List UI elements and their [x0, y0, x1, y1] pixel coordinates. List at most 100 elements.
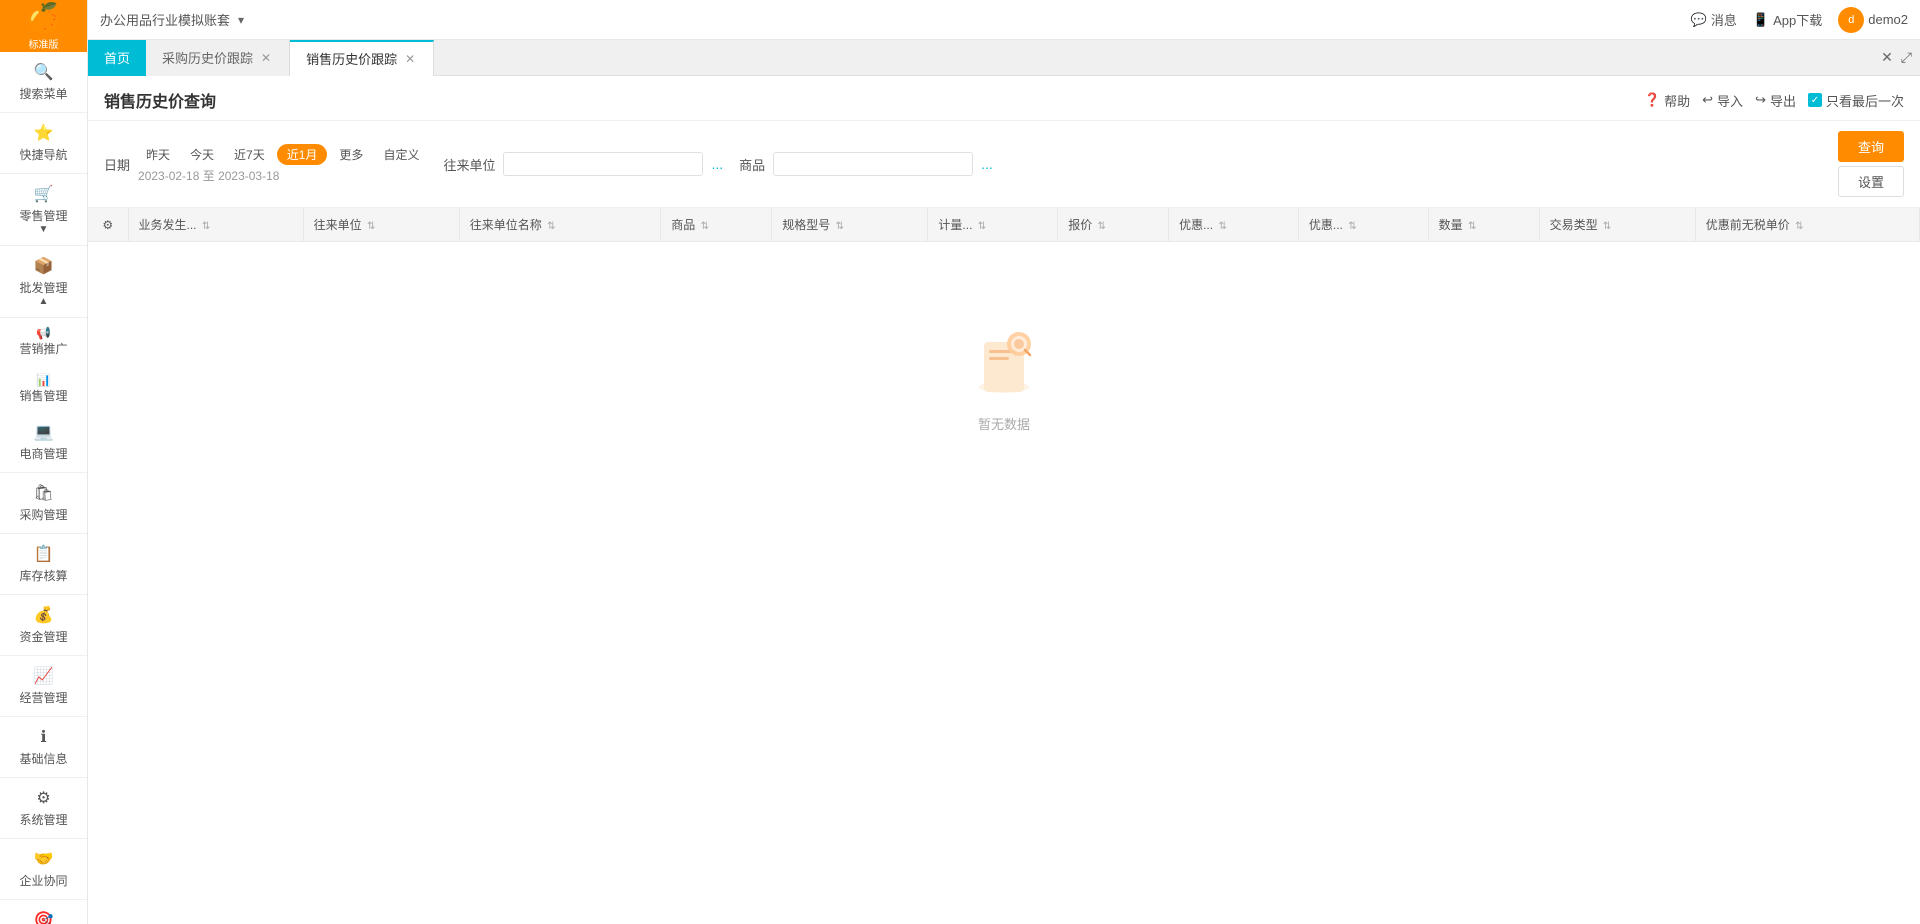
- import-button[interactable]: ↩ 导入: [1702, 91, 1743, 110]
- col-spec[interactable]: 规格型号 ⇅: [772, 208, 928, 242]
- col-quantity[interactable]: 数量 ⇅: [1428, 208, 1539, 242]
- empty-icon: [964, 322, 1044, 402]
- marketing-icon: 📢: [36, 326, 51, 340]
- sidebar-item-inventory[interactable]: 📋 库存核算: [0, 534, 87, 595]
- sidebar-item-wholesale[interactable]: 📦 批发管理 ▲: [0, 246, 87, 318]
- tab-home[interactable]: 首页: [88, 40, 146, 76]
- page-header: 销售历史价查询 ❓ 帮助 ↩ 导入 ↪ 导出 ✓ 只看最后一次: [88, 76, 1920, 121]
- col-label: 计量...: [938, 218, 972, 232]
- col-label: 优惠...: [1179, 218, 1213, 232]
- sidebar-item-cooperation[interactable]: 🤝 企业协同: [0, 839, 87, 900]
- col-partner-code[interactable]: 往来单位 ⇅: [303, 208, 459, 242]
- user-menu[interactable]: d demo2: [1838, 7, 1908, 33]
- partner-dots[interactable]: ...: [711, 156, 723, 172]
- sort-icon: ⇅: [367, 221, 375, 232]
- export-button[interactable]: ↪ 导出: [1755, 91, 1796, 110]
- sidebar-logo: 🍊 标准版: [0, 0, 87, 52]
- col-quote[interactable]: 报价 ⇅: [1058, 208, 1169, 242]
- sidebar-item-label: 营销推广: [19, 340, 67, 357]
- product-dots[interactable]: ...: [981, 156, 993, 172]
- query-button[interactable]: 查询: [1838, 131, 1904, 162]
- sidebar: 🍊 标准版 🔍 搜索菜单 ⭐ 快捷导航 🛒 零售管理 ▼ 📦 批发管理 ▲ 📢 …: [0, 0, 88, 924]
- logo-text: 标准版: [29, 36, 59, 51]
- tab-sales-close[interactable]: ✕: [403, 52, 417, 66]
- sort-icon: ⇅: [836, 221, 844, 232]
- topbar-dropdown-icon[interactable]: ▾: [238, 13, 244, 27]
- topbar-left: 办公用品行业模拟账套 ▾: [100, 10, 244, 29]
- sidebar-item-guide[interactable]: 🎯 新手引导: [0, 900, 87, 924]
- col-label: 报价: [1068, 218, 1092, 232]
- partner-input[interactable]: [503, 152, 703, 176]
- sidebar-item-system[interactable]: ⚙ 系统管理: [0, 778, 87, 839]
- star-icon: ⭐: [34, 123, 54, 143]
- table-header-row: ⚙ 业务发生... ⇅ 往来单位 ⇅ 往来单位名称 ⇅: [88, 208, 1920, 242]
- col-business-date[interactable]: 业务发生... ⇅: [128, 208, 303, 242]
- sidebar-item-purchase[interactable]: 🛍 采购管理: [0, 473, 87, 534]
- date-btn-yesterday[interactable]: 昨天: [138, 144, 178, 165]
- col-label: 优惠...: [1309, 218, 1343, 232]
- shopping-icon: 🛍: [33, 483, 53, 503]
- date-filter-group: 日期 昨天 今天 近7天 近1月 更多 自定义 2023-02-18 至 202…: [104, 144, 427, 184]
- sidebar-item-shortcut[interactable]: ⭐ 快捷导航: [0, 113, 87, 174]
- col-product[interactable]: 商品 ⇅: [661, 208, 772, 242]
- product-label: 商品: [739, 155, 765, 174]
- tab-purchase-close[interactable]: ✕: [259, 51, 273, 65]
- maximize-button[interactable]: ⤢: [1901, 49, 1912, 66]
- data-table: ⚙ 业务发生... ⇅ 往来单位 ⇅ 往来单位名称 ⇅: [88, 208, 1920, 242]
- help-icon: ❓: [1644, 92, 1660, 108]
- only-last-checkbox[interactable]: ✓ 只看最后一次: [1808, 91, 1904, 110]
- help-button[interactable]: ❓ 帮助: [1644, 91, 1690, 110]
- sidebar-item-search[interactable]: 🔍 搜索菜单: [0, 52, 87, 113]
- chart-icon: 📊: [36, 373, 51, 387]
- tab-sales-label: 销售历史价跟踪: [306, 49, 397, 68]
- col-unit[interactable]: 计量... ⇅: [928, 208, 1058, 242]
- sidebar-item-label: 经营管理: [19, 689, 67, 706]
- sidebar-item-label: 搜索菜单: [19, 85, 67, 102]
- sidebar-item-basic[interactable]: ℹ 基础信息: [0, 717, 87, 778]
- date-btn-more[interactable]: 更多: [331, 144, 371, 165]
- col-trade-type[interactable]: 交易类型 ⇅: [1539, 208, 1695, 242]
- product-input[interactable]: [773, 152, 973, 176]
- col-partner-name[interactable]: 往来单位名称 ⇅: [459, 208, 661, 242]
- sidebar-item-business[interactable]: 📈 经营管理: [0, 656, 87, 717]
- close-all-button[interactable]: ✕: [1881, 49, 1893, 66]
- sidebar-item-label: 基础信息: [19, 750, 67, 767]
- col-pre-tax[interactable]: 优惠前无税单价 ⇅: [1695, 208, 1919, 242]
- sidebar-item-label: 零售管理: [19, 207, 67, 224]
- date-btn-custom[interactable]: 自定义: [375, 144, 427, 165]
- sidebar-item-marketing[interactable]: 📢 营销推广: [0, 318, 87, 365]
- col-discount2[interactable]: 优惠... ⇅: [1298, 208, 1428, 242]
- date-btn-today[interactable]: 今天: [182, 144, 222, 165]
- sidebar-item-label: 电商管理: [19, 445, 67, 462]
- sidebar-item-finance[interactable]: 💰 资金管理: [0, 595, 87, 656]
- settings-button[interactable]: 设置: [1838, 166, 1904, 197]
- tabs-actions: ✕ ⤢: [1881, 49, 1920, 66]
- sidebar-item-retail[interactable]: 🛒 零售管理 ▼: [0, 174, 87, 246]
- sidebar-item-sales-mgmt[interactable]: 📊 销售管理: [0, 365, 87, 412]
- message-button[interactable]: 💬 消息: [1691, 10, 1737, 29]
- date-options: 昨天 今天 近7天 近1月 更多 自定义: [138, 144, 427, 165]
- sort-icon: ⇅: [1218, 221, 1226, 232]
- sort-icon: ⇅: [978, 221, 986, 232]
- date-btn-7days[interactable]: 近7天: [226, 144, 273, 165]
- app-download-button[interactable]: 📱 App下载: [1753, 10, 1822, 29]
- tab-sales[interactable]: 销售历史价跟踪 ✕: [290, 40, 434, 76]
- col-label: 商品: [671, 218, 695, 232]
- sidebar-item-ecommerce[interactable]: 💻 电商管理: [0, 412, 87, 473]
- col-label: 业务发生...: [139, 218, 197, 232]
- box-icon: 📦: [34, 256, 54, 276]
- tab-purchase[interactable]: 采购历史价跟踪 ✕: [146, 40, 290, 76]
- date-btn-1month[interactable]: 近1月: [277, 144, 328, 165]
- tab-bar: 首页 采购历史价跟踪 ✕ 销售历史价跟踪 ✕ ✕ ⤢: [88, 40, 1920, 76]
- col-settings[interactable]: ⚙: [88, 208, 128, 242]
- avatar: d: [1838, 7, 1864, 33]
- topbar-right: 💬 消息 📱 App下载 d demo2: [1691, 7, 1908, 33]
- target-icon: 🎯: [34, 910, 54, 924]
- message-icon: 💬: [1691, 12, 1707, 28]
- product-filter-group: 商品 ...: [739, 152, 993, 176]
- col-label: 往来单位: [314, 218, 362, 232]
- col-discount1[interactable]: 优惠... ⇅: [1169, 208, 1299, 242]
- sort-icon: ⇅: [1468, 221, 1476, 232]
- export-label: 导出: [1770, 91, 1796, 110]
- sort-icon: ⇅: [1348, 221, 1356, 232]
